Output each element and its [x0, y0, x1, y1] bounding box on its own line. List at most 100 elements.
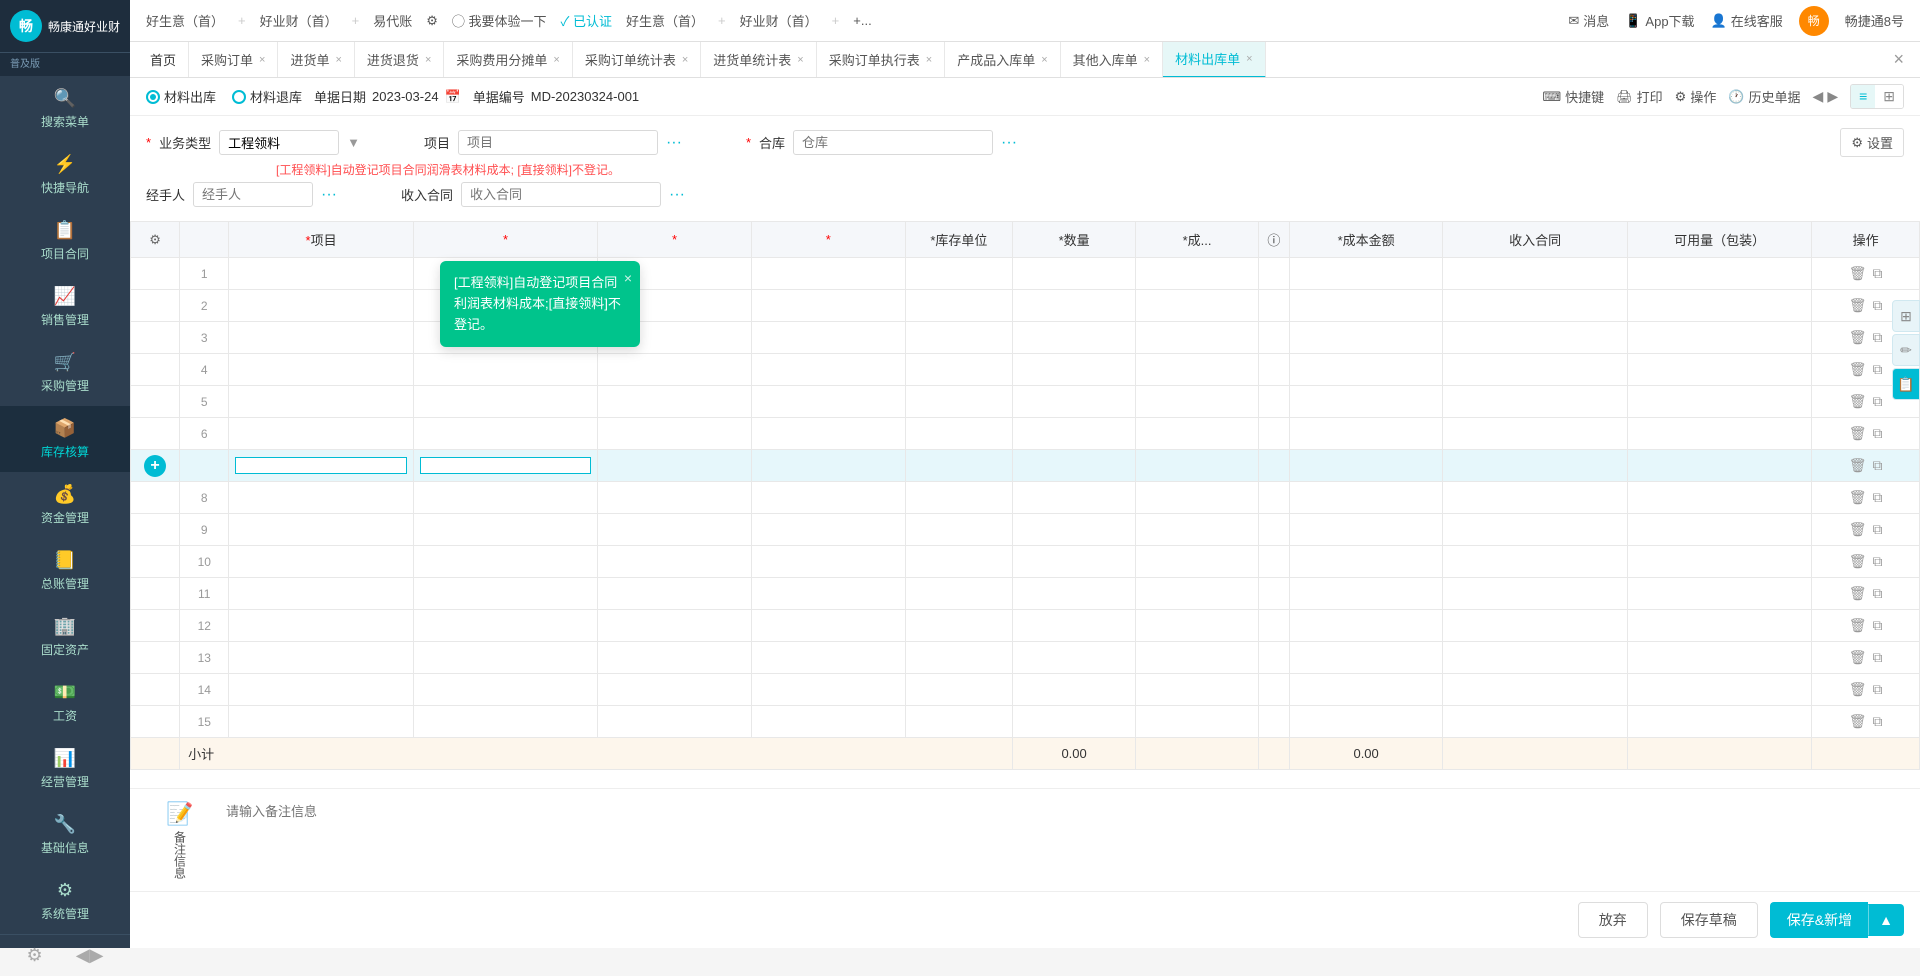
copy-row-btn[interactable]: ⧉	[1873, 361, 1883, 378]
warehouse-cell[interactable]	[751, 386, 905, 418]
material-cell[interactable]	[413, 482, 597, 514]
project-cell[interactable]	[229, 514, 413, 546]
cost-cell[interactable]	[1136, 418, 1259, 450]
spec-cell[interactable]	[598, 706, 752, 738]
copy-row-btn[interactable]: ⧉	[1873, 521, 1883, 538]
topbar-app-download[interactable]: 📱 App下载	[1625, 11, 1694, 30]
cost-amt-cell[interactable]	[1289, 610, 1443, 642]
sidebar-settings-btn[interactable]: ⚙	[27, 945, 43, 966]
close-icon[interactable]: ×	[1144, 54, 1150, 66]
delete-row-btn[interactable]: 🗑	[1849, 297, 1867, 314]
warehouse-dots-btn[interactable]: ···	[1001, 134, 1017, 152]
delete-row-btn[interactable]: 🗑	[1849, 713, 1867, 730]
delete-row-btn[interactable]: 🗑	[1849, 681, 1867, 698]
qty-cell[interactable]	[1013, 578, 1136, 610]
radio-material-outbound[interactable]: 材料出库	[146, 87, 216, 106]
sidebar-item-sales[interactable]: 📈 销售管理	[0, 274, 130, 340]
calendar-icon[interactable]: 📅	[445, 89, 461, 105]
unit-cell[interactable]	[905, 514, 1013, 546]
close-icon[interactable]: ×	[1246, 53, 1252, 65]
qty-cell[interactable]	[1013, 706, 1136, 738]
material-cell[interactable]	[413, 674, 597, 706]
cost-amt-cell[interactable]	[1289, 386, 1443, 418]
cost-cell[interactable]	[1136, 674, 1259, 706]
income-contract-cell[interactable]	[1443, 514, 1627, 546]
copy-row-btn[interactable]: ⧉	[1873, 457, 1883, 474]
warehouse-cell[interactable]	[751, 514, 905, 546]
qty-cell[interactable]	[1013, 290, 1136, 322]
copy-row-btn[interactable]: ⧉	[1873, 649, 1883, 666]
project-cell[interactable]	[229, 258, 413, 290]
right-panel-btn-2[interactable]: ✏	[1892, 334, 1920, 366]
warehouse-cell[interactable]	[751, 674, 905, 706]
project-cell[interactable]	[229, 706, 413, 738]
cost-cell[interactable]	[1136, 514, 1259, 546]
tab-inbound-return[interactable]: 进货退货 ×	[355, 42, 444, 78]
tab-purchase-stats[interactable]: 采购订单统计表 ×	[573, 42, 701, 78]
view-grid-btn[interactable]: ⊞	[1875, 85, 1903, 108]
nav-prev-btn[interactable]: ◀	[1813, 88, 1824, 105]
copy-row-btn[interactable]: ⧉	[1873, 713, 1883, 730]
column-settings-icon[interactable]: ⚙	[149, 232, 161, 247]
sidebar-item-purchase[interactable]: 🛒 采购管理	[0, 340, 130, 406]
shortcut-btn[interactable]: ⌨ 快捷键	[1542, 87, 1604, 106]
business-type-input[interactable]	[219, 130, 339, 155]
sidebar-item-ledger[interactable]: 📒 总账管理	[0, 538, 130, 604]
income-contract-cell[interactable]	[1443, 354, 1627, 386]
qty-cell[interactable]	[1013, 514, 1136, 546]
spec-cell[interactable]	[598, 546, 752, 578]
qty-cell[interactable]	[1013, 386, 1136, 418]
delete-row-btn[interactable]: 🗑	[1849, 265, 1867, 282]
delete-row-btn[interactable]: 🗑	[1849, 361, 1867, 378]
cost-cell[interactable]	[1136, 386, 1259, 418]
cost-cell[interactable]	[1136, 706, 1259, 738]
cost-amt-cell[interactable]	[1289, 258, 1443, 290]
warehouse-cell[interactable]	[751, 450, 905, 482]
income-contract-cell[interactable]	[1443, 450, 1627, 482]
cost-amt-cell[interactable]	[1289, 418, 1443, 450]
unit-cell[interactable]	[905, 482, 1013, 514]
unit-cell[interactable]	[905, 546, 1013, 578]
spec-cell[interactable]	[598, 482, 752, 514]
cost-cell[interactable]	[1136, 578, 1259, 610]
qty-cell[interactable]	[1013, 674, 1136, 706]
sidebar-item-assets[interactable]: 🏢 固定资产	[0, 604, 130, 670]
tooltip-close-btn[interactable]: ×	[624, 267, 632, 289]
topbar-link-more[interactable]: +...	[853, 13, 871, 28]
cost-cell[interactable]	[1136, 482, 1259, 514]
delete-row-btn[interactable]: 🗑	[1849, 585, 1867, 602]
unit-cell[interactable]	[905, 450, 1013, 482]
copy-row-btn[interactable]: ⧉	[1873, 489, 1883, 506]
delete-row-btn[interactable]: 🗑	[1849, 649, 1867, 666]
income-contract-cell[interactable]	[1443, 610, 1627, 642]
view-list-btn[interactable]: ≡	[1851, 85, 1875, 108]
cost-cell[interactable]	[1136, 642, 1259, 674]
cost-amt-cell[interactable]	[1289, 546, 1443, 578]
qty-cell[interactable]	[1013, 418, 1136, 450]
date-value[interactable]: 2023-03-24	[372, 89, 439, 104]
income-contract-cell[interactable]	[1443, 674, 1627, 706]
nav-next-btn[interactable]: ▶	[1827, 88, 1838, 105]
sidebar-item-inventory[interactable]: 📦 库存核算	[0, 406, 130, 472]
warehouse-cell[interactable]	[751, 290, 905, 322]
spec-cell[interactable]	[598, 514, 752, 546]
col-header-settings[interactable]: ⚙	[131, 222, 180, 258]
copy-row-btn[interactable]: ⧉	[1873, 265, 1883, 282]
copy-row-btn[interactable]: ⧉	[1873, 553, 1883, 570]
warehouse-cell[interactable]	[751, 482, 905, 514]
tab-home[interactable]: 首页	[138, 42, 189, 78]
income-contract-cell[interactable]	[1443, 290, 1627, 322]
material-cell[interactable]	[413, 514, 597, 546]
sidebar-item-salary[interactable]: 💵 工资	[0, 670, 130, 736]
copy-row-btn[interactable]: ⧉	[1873, 617, 1883, 634]
income-contract-input[interactable]	[461, 182, 661, 207]
income-contract-cell[interactable]	[1443, 386, 1627, 418]
delete-row-btn[interactable]: 🗑	[1849, 553, 1867, 570]
business-type-dropdown-icon[interactable]: ▼	[347, 135, 360, 150]
copy-row-btn[interactable]: ⧉	[1873, 681, 1883, 698]
spec-cell[interactable]	[598, 386, 752, 418]
income-contract-cell[interactable]	[1443, 322, 1627, 354]
sidebar-item-quicknav[interactable]: ⚡ 快捷导航	[0, 142, 130, 208]
discard-button[interactable]: 放弃	[1578, 902, 1648, 938]
warehouse-cell[interactable]	[751, 578, 905, 610]
